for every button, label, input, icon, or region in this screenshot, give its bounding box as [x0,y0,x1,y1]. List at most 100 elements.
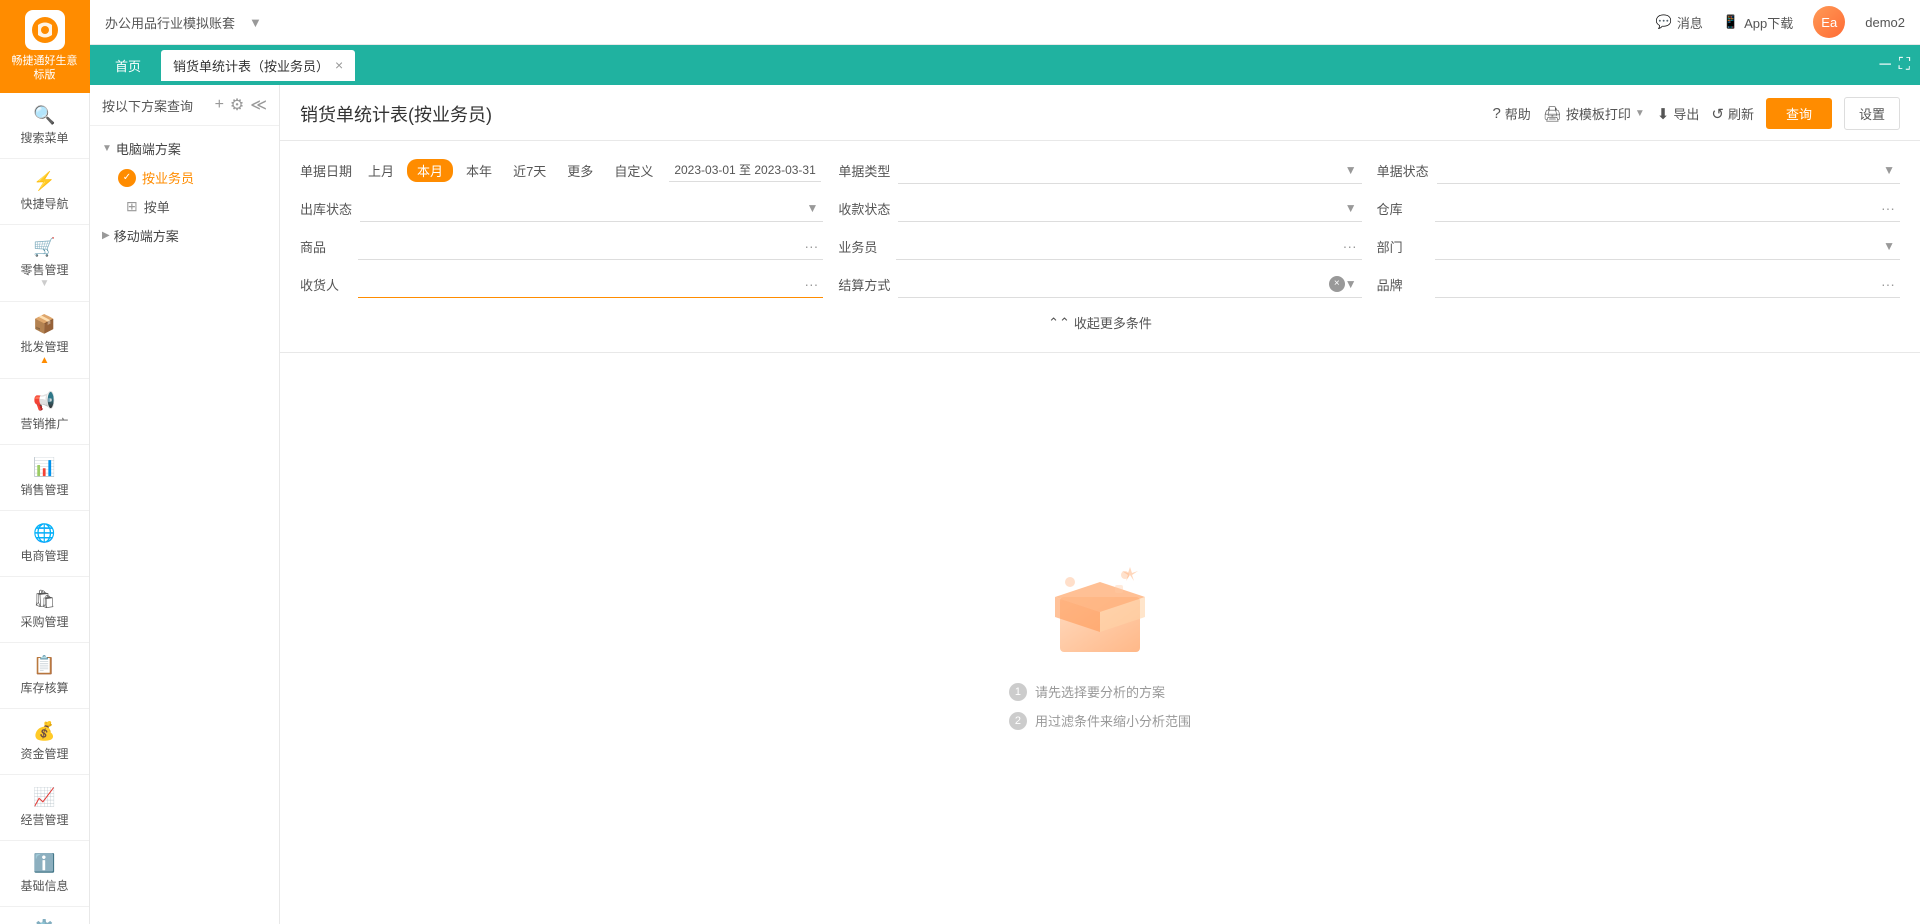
content-area: 1 请先选择要分析的方案 2 用过滤条件来缩小分析范围 [280,353,1920,924]
print-button[interactable]: 🖨 按模板打印 ▼ [1543,104,1645,123]
date-option-lastmonth[interactable]: 上月 [360,159,402,182]
receiver-dots-icon: ··· [804,276,818,292]
messages-button[interactable]: 💬 消息 [1656,13,1703,32]
scheme-panel-title: 按以下方案查询 [102,96,193,115]
goods-control[interactable]: ··· [358,232,823,260]
outstatus-label: 出库状态 [300,199,352,218]
scheme-add-button[interactable]: + [215,96,224,114]
receiptstatus-control[interactable]: ▼ [898,194,1361,222]
sidebar-item-quicknav[interactable]: ⚡ 快捷导航 [0,159,89,225]
sidebar-item-label: 零售管理 [20,261,68,278]
receiver-control[interactable]: ··· [358,270,823,298]
export-button[interactable]: ⬇ 导出 [1657,104,1700,123]
sidebar-item-finance[interactable]: 💰 资金管理 [0,709,89,775]
sidebar-item-marketing[interactable]: 📢 营销推广 [0,379,89,445]
date-range-value[interactable]: 2023-03-01 至 2023-03-31 [669,158,820,182]
sidebar-item-inventory[interactable]: 📋 库存核算 [0,643,89,709]
sidebar-item-search[interactable]: 🔍 搜索菜单 [0,93,89,159]
orderstatus-label: 单据状态 [1377,161,1429,180]
dropdown-icon[interactable]: ▼ [249,15,262,30]
filter-row-4: 收货人 ··· 结算方式 × ▼ [300,270,1900,298]
brand-dots-icon: ··· [1881,276,1895,292]
receiptstatus-arrow-icon: ▼ [1345,201,1357,215]
basics-icon: ℹ️ [33,853,55,874]
help-label: 帮助 [1505,104,1531,123]
refresh-icon: ↺ [1711,105,1724,123]
query-button[interactable]: 查询 [1766,98,1832,129]
logo-text: 畅捷通好生意 标版 [5,54,85,83]
filter-outstatus: 出库状态 ▼ [300,194,823,222]
sidebar-item-label: 采购管理 [20,613,68,630]
date-option-thisyear[interactable]: 本年 [458,159,500,182]
sidebar-item-purchase[interactable]: 🛍 采购管理 [0,577,89,643]
settlement-control[interactable]: × ▼ [898,270,1361,298]
tab-home[interactable]: 首页 [100,50,156,81]
collapse-button[interactable]: ⌃⌃ 收起更多条件 [300,308,1900,337]
settlement-label: 结算方式 [838,275,890,294]
orderstatus-control[interactable]: ▼ [1437,156,1900,184]
filter-goods: 商品 ··· [300,232,823,260]
print-dropdown-icon[interactable]: ▼ [1635,108,1645,119]
sidebar-item-sales[interactable]: 📊 销售管理 [0,445,89,511]
date-option-thismonth[interactable]: 本月 [407,159,453,182]
scheme-group-name: 移动端方案 [114,226,179,245]
sidebar-item-system[interactable]: ⚙️ 系统管理 [0,907,89,924]
tab-minimize-icon[interactable]: ─ [1879,56,1890,74]
app-logo[interactable]: 畅捷通好生意 标版 [0,0,90,93]
scheme-collapse-icon[interactable]: ≪ [250,95,267,115]
warehouse-control[interactable]: ··· [1435,194,1900,222]
scheme-item-salesperson[interactable]: ✓ 按业务员 [90,163,279,192]
scheme-active-dot: ✓ [118,169,136,187]
settlement-clear-button[interactable]: × [1329,276,1345,292]
filter-warehouse: 仓库 ··· [1377,194,1900,222]
refresh-button[interactable]: ↺ 刷新 [1711,104,1754,123]
date-option-custom[interactable]: 自定义 [606,159,661,182]
outstatus-arrow-icon: ▼ [806,201,818,215]
sidebar-item-operations[interactable]: 📈 经营管理 [0,775,89,841]
sidebar-item-ecommerce[interactable]: 🌐 电商管理 [0,511,89,577]
tip-text-2: 用过滤条件来缩小分析范围 [1035,711,1191,730]
sidebar-item-retail[interactable]: 🛒 零售管理 ▼ [0,225,89,302]
salesperson-control[interactable]: ··· [896,232,1361,260]
date-option-7days[interactable]: 近7天 [505,159,554,182]
filter-settlement: 结算方式 × ▼ [838,270,1361,298]
filter-area: 单据日期 上月 本月 本年 近7天 更多 自定义 2023-03-01 至 20… [280,141,1920,353]
filter-row-2: 出库状态 ▼ 收款状态 ▼ 仓库 [300,194,1900,222]
export-label: 导出 [1673,104,1699,123]
filter-salesperson: 业务员 ··· [838,232,1361,260]
page-title: 销货单统计表(按业务员) [300,101,492,127]
date-option-more[interactable]: 更多 [559,159,601,182]
tab-maximize-icon[interactable]: ⛶ [1899,56,1910,74]
ordertype-control[interactable]: ▼ [898,156,1361,184]
settings-button[interactable]: 设置 [1844,97,1900,130]
scheme-settings-icon[interactable]: ⚙ [230,95,244,115]
sidebar-item-basics[interactable]: ℹ️ 基础信息 [0,841,89,907]
scheme-group-mobile-header[interactable]: ▶ 移动端方案 [90,221,279,250]
help-button[interactable]: ? 帮助 [1492,104,1530,123]
scheme-item-byorder[interactable]: ⊞ 按单 [90,192,279,221]
brand-control[interactable]: ··· [1435,270,1900,298]
tab-active[interactable]: 销货单统计表（按业务员） × [161,50,355,81]
app-download-label: App下载 [1744,13,1793,32]
empty-tips: 1 请先选择要分析的方案 2 用过滤条件来缩小分析范围 [1009,682,1191,730]
avatar[interactable]: Ea [1813,6,1845,38]
sidebar-item-label: 批发管理 [20,338,68,355]
wholesale-icon: 📦 [33,314,55,335]
empty-tip-1: 1 请先选择要分析的方案 [1009,682,1191,701]
department-arrow-icon: ▼ [1883,239,1895,253]
tab-close-icon[interactable]: × [335,57,343,73]
marketing-icon: 📢 [33,391,55,412]
group-arrow-icon: ▶ [102,230,110,241]
quicknav-icon: ⚡ [33,171,55,192]
scheme-group-pc-header[interactable]: ▼ 电脑端方案 [90,134,279,163]
filter-ordertype: 单据类型 ▼ [838,156,1361,184]
sidebar-item-wholesale[interactable]: 📦 批发管理 ▲ [0,302,89,379]
tab-bar: 首页 销货单统计表（按业务员） × ─ ⛶ [90,45,1920,85]
department-control[interactable]: ▼ [1435,232,1900,260]
header-left: 办公用品行业模拟账套 ▼ [105,13,262,32]
page-content: 按以下方案查询 + ⚙ ≪ ▼ 电脑端方案 ✓ [90,85,1920,924]
outstatus-control[interactable]: ▼ [360,194,823,222]
tip-num-2: 2 [1009,712,1027,730]
message-icon: 💬 [1656,14,1672,30]
app-download-button[interactable]: 📱 App下载 [1723,13,1793,32]
